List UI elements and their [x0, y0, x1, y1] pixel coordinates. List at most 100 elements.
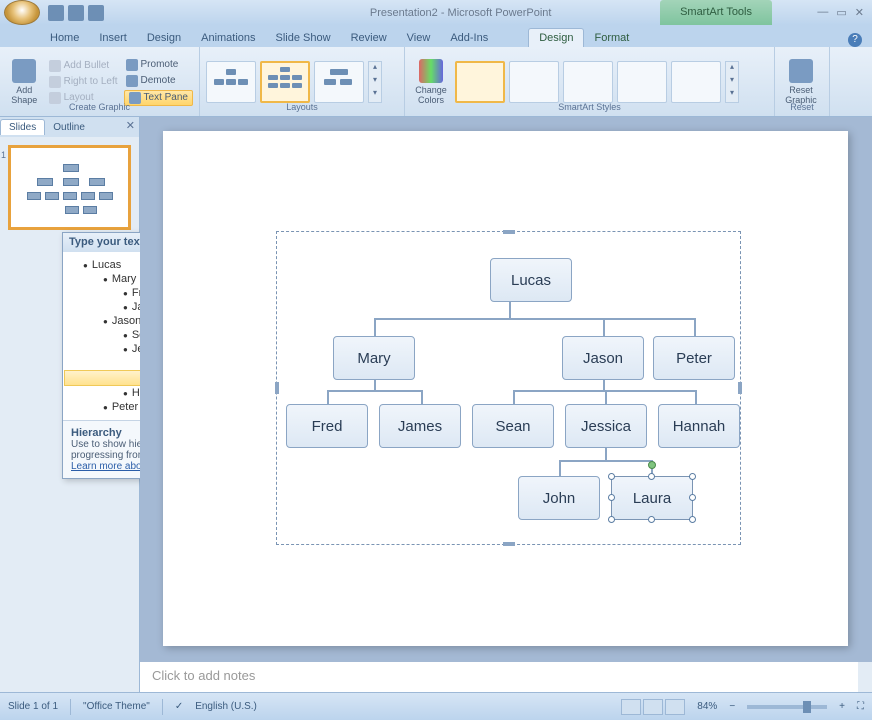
connector — [559, 460, 561, 476]
connector — [694, 318, 696, 336]
layout-option-2[interactable] — [260, 61, 310, 103]
promote-icon — [126, 59, 138, 71]
style-option-1[interactable] — [455, 61, 505, 103]
restore-icon[interactable]: ▭ — [836, 6, 846, 19]
add-shape-icon — [12, 59, 36, 83]
sel-handle-bl[interactable] — [608, 516, 615, 523]
demote-label: Demote — [141, 75, 176, 86]
group-layouts-label: Layouts — [200, 102, 404, 116]
connector — [513, 390, 515, 404]
notes-scrollbar[interactable] — [858, 662, 872, 692]
node-mary[interactable]: Mary — [333, 336, 415, 380]
style-option-5[interactable] — [671, 61, 721, 103]
tab-smartart-design[interactable]: Design — [528, 28, 584, 47]
group-styles-label: SmartArt Styles — [405, 102, 774, 116]
layouts-more-button[interactable]: ▴▾▾ — [368, 61, 382, 103]
connector — [605, 390, 607, 404]
zoom-percent[interactable]: 84% — [697, 701, 717, 712]
status-lang[interactable]: English (U.S.) — [195, 701, 257, 712]
smartart-frame[interactable]: Lucas Mary Jason Peter Fred James Sean J… — [276, 231, 741, 545]
sel-handle-l[interactable] — [608, 494, 615, 501]
ribbon-tabs: Home Insert Design Animations Slide Show… — [0, 25, 872, 47]
minimize-icon[interactable]: — — [817, 6, 828, 19]
promote-button[interactable]: Promote — [124, 58, 193, 72]
node-fred[interactable]: Fred — [286, 404, 368, 448]
office-button[interactable] — [4, 0, 40, 25]
layout-option-1[interactable] — [206, 61, 256, 103]
fit-window-button[interactable]: ⛶ — [857, 701, 864, 712]
tab-home[interactable]: Home — [40, 29, 89, 47]
sel-handle-tr[interactable] — [689, 473, 696, 480]
node-jessica[interactable]: Jessica — [565, 404, 647, 448]
style-option-3[interactable] — [563, 61, 613, 103]
style-option-4[interactable] — [617, 61, 667, 103]
sorter-view-button[interactable] — [643, 699, 663, 715]
tab-review[interactable]: Review — [341, 29, 397, 47]
ribbon: Add Shape Add Bullet Right to Left Layou… — [0, 47, 872, 117]
sel-handle-tl[interactable] — [608, 473, 615, 480]
group-create-graphic: Add Shape Add Bullet Right to Left Layou… — [0, 47, 200, 116]
slide[interactable]: Lucas Mary Jason Peter Fred James Sean J… — [163, 131, 848, 646]
tab-smartart-format[interactable]: Format — [584, 29, 639, 47]
status-theme: "Office Theme" — [83, 701, 150, 712]
zoom-out-button[interactable]: − — [729, 701, 735, 712]
group-layouts: ▴▾▾ Layouts — [200, 47, 405, 116]
node-hannah[interactable]: Hannah — [658, 404, 740, 448]
slide-number: 1 — [1, 150, 6, 160]
group-reset-label: Reset — [775, 102, 829, 116]
slide-canvas-area: Lucas Mary Jason Peter Fred James Sean J… — [140, 117, 872, 658]
node-john[interactable]: John — [518, 476, 600, 520]
rotate-handle[interactable] — [648, 461, 656, 469]
node-jason[interactable]: Jason — [562, 336, 644, 380]
zoom-slider[interactable] — [747, 705, 827, 709]
layout-option-3[interactable] — [314, 61, 364, 103]
node-peter[interactable]: Peter — [653, 336, 735, 380]
tab-insert[interactable]: Insert — [89, 29, 137, 47]
slide-thumbnail-1[interactable]: 1 — [8, 145, 131, 230]
outline-tab[interactable]: Outline — [45, 120, 93, 135]
tab-design[interactable]: Design — [137, 29, 191, 47]
slides-tab[interactable]: Slides — [0, 119, 45, 135]
reset-graphic-button[interactable]: Reset Graphic — [781, 56, 821, 108]
undo-icon[interactable] — [68, 5, 84, 21]
group-reset: Reset Graphic Reset — [775, 47, 830, 116]
tab-slideshow[interactable]: Slide Show — [266, 29, 341, 47]
group-smartart-styles: Change Colors ▴▾▾ SmartArt Styles — [405, 47, 775, 116]
save-icon[interactable] — [48, 5, 64, 21]
panel-close-icon[interactable]: ✕ — [126, 119, 135, 132]
close-icon[interactable]: ✕ — [855, 6, 864, 19]
connector — [327, 390, 423, 392]
demote-button[interactable]: Demote — [124, 74, 193, 88]
status-slide: Slide 1 of 1 — [8, 701, 58, 712]
style-option-2[interactable] — [509, 61, 559, 103]
node-lucas[interactable]: Lucas — [490, 258, 572, 302]
slideshow-view-button[interactable] — [665, 699, 685, 715]
sel-handle-t[interactable] — [648, 473, 655, 480]
node-laura[interactable]: Laura — [611, 476, 693, 520]
notes-pane[interactable]: Click to add notes — [140, 658, 872, 692]
styles-more-button[interactable]: ▴▾▾ — [725, 61, 739, 103]
group-create-graphic-label: Create Graphic — [0, 102, 199, 116]
change-colors-button[interactable]: Change Colors — [411, 56, 451, 108]
view-buttons — [621, 699, 685, 715]
sel-handle-r[interactable] — [689, 494, 696, 501]
smartart-tools-label: SmartArt Tools — [660, 0, 772, 25]
zoom-thumb[interactable] — [803, 701, 811, 713]
tab-view[interactable]: View — [397, 29, 441, 47]
node-sean[interactable]: Sean — [472, 404, 554, 448]
zoom-in-button[interactable]: + — [839, 701, 845, 712]
sel-handle-b[interactable] — [648, 516, 655, 523]
help-icon[interactable]: ? — [848, 33, 862, 47]
promote-label: Promote — [141, 59, 179, 70]
normal-view-button[interactable] — [621, 699, 641, 715]
sel-handle-br[interactable] — [689, 516, 696, 523]
tab-addins[interactable]: Add-Ins — [440, 29, 498, 47]
redo-icon[interactable] — [88, 5, 104, 21]
connector — [603, 380, 605, 390]
add-shape-button[interactable]: Add Shape — [6, 56, 43, 108]
rtl-icon — [49, 76, 61, 88]
node-james[interactable]: James — [379, 404, 461, 448]
tab-animations[interactable]: Animations — [191, 29, 265, 47]
window-controls: — ▭ ✕ — [817, 6, 864, 19]
spellcheck-icon[interactable]: ✓ — [175, 701, 183, 712]
